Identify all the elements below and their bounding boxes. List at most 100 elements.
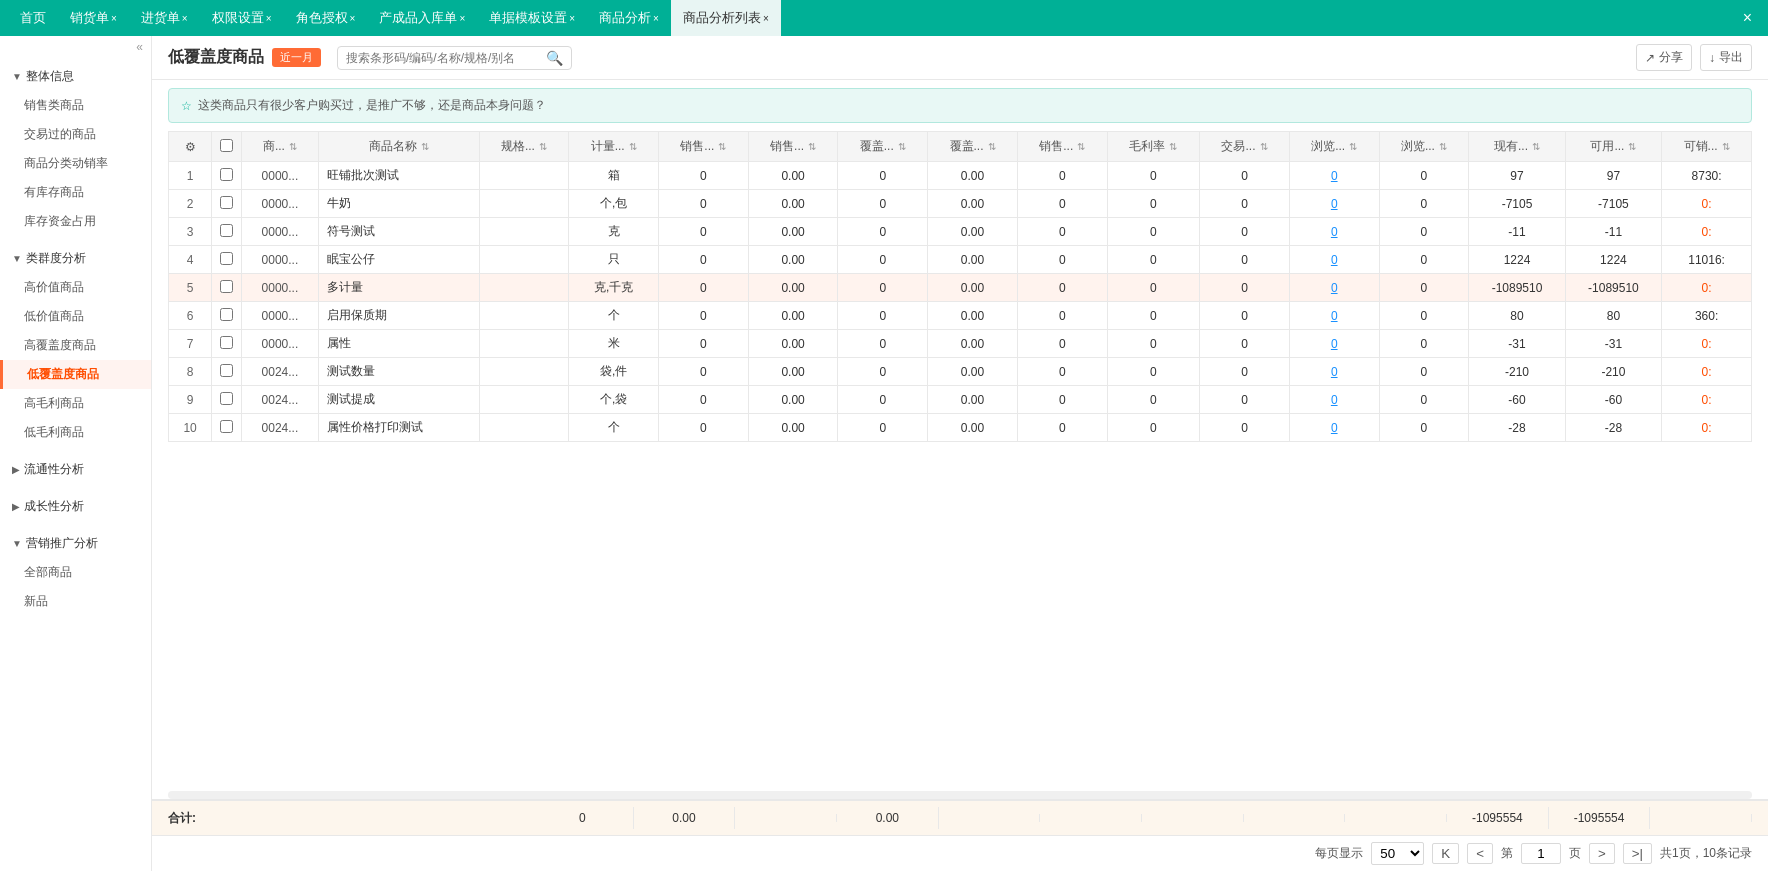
nav-template-settings-close[interactable]: × xyxy=(569,13,575,24)
cell-name[interactable]: 属性 xyxy=(318,330,479,358)
th-code[interactable]: 商...⇅ xyxy=(242,132,318,162)
cell-name[interactable]: 多计量 xyxy=(318,274,479,302)
th-current[interactable]: 现有...⇅ xyxy=(1469,132,1565,162)
nav-permissions[interactable]: 权限设置 × xyxy=(200,0,284,36)
cell-name[interactable]: 测试提成 xyxy=(318,386,479,414)
th-settings[interactable]: ⚙ xyxy=(169,132,212,162)
first-page-button[interactable]: K xyxy=(1432,843,1459,864)
select-all-checkbox[interactable] xyxy=(220,139,233,152)
cell-browse1[interactable]: 0 xyxy=(1289,302,1379,330)
next-page-button[interactable]: > xyxy=(1589,843,1615,864)
share-button[interactable]: ↗ 分享 xyxy=(1636,44,1692,71)
sort-icon-gross[interactable]: ⇅ xyxy=(1169,141,1177,152)
cell-browse1[interactable]: 0 xyxy=(1289,414,1379,442)
nav-product-analysis-list[interactable]: 商品分析列表 × xyxy=(671,0,781,36)
th-cover1[interactable]: 覆盖...⇅ xyxy=(838,132,928,162)
sidebar-header-cluster[interactable]: ▼ 类群度分析 xyxy=(0,244,151,273)
sort-icon-sellable[interactable]: ⇅ xyxy=(1722,141,1730,152)
cell-browse1[interactable]: 0 xyxy=(1289,330,1379,358)
sidebar-item-stocked-products[interactable]: 有库存商品 xyxy=(0,178,151,207)
sort-icon-spec[interactable]: ⇅ xyxy=(539,141,547,152)
nav-home[interactable]: 首页 xyxy=(8,0,58,36)
nav-roles-close[interactable]: × xyxy=(350,13,356,24)
sidebar-header-marketing[interactable]: ▼ 营销推广分析 xyxy=(0,529,151,558)
nav-close-all[interactable]: × xyxy=(1735,9,1760,27)
nav-product-analysis-close[interactable]: × xyxy=(653,13,659,24)
cell-name[interactable]: 启用保质期 xyxy=(318,302,479,330)
nav-sales[interactable]: 销货单 × xyxy=(58,0,129,36)
sidebar-item-high-margin[interactable]: 高毛利商品 xyxy=(0,389,151,418)
nav-product-analysis-list-close[interactable]: × xyxy=(763,13,769,24)
sort-icon-current[interactable]: ⇅ xyxy=(1532,141,1540,152)
search-icon[interactable]: 🔍 xyxy=(546,50,563,66)
cell-name[interactable]: 眠宝公仔 xyxy=(318,246,479,274)
th-browse2[interactable]: 浏览...⇅ xyxy=(1379,132,1469,162)
cell-checkbox[interactable] xyxy=(212,330,242,358)
sort-icon-sales3[interactable]: ⇅ xyxy=(1077,141,1085,152)
cell-checkbox[interactable] xyxy=(212,162,242,190)
sidebar-item-high-coverage[interactable]: 高覆盖度商品 xyxy=(0,331,151,360)
nav-product-analysis[interactable]: 商品分析 × xyxy=(587,0,671,36)
sidebar-item-traded-products[interactable]: 交易过的商品 xyxy=(0,120,151,149)
page-number-input[interactable] xyxy=(1521,843,1561,864)
sidebar-item-category-sales-rate[interactable]: 商品分类动销率 xyxy=(0,149,151,178)
th-sales3[interactable]: 销售...⇅ xyxy=(1017,132,1107,162)
cell-checkbox[interactable] xyxy=(212,246,242,274)
cell-checkbox[interactable] xyxy=(212,386,242,414)
th-sellable[interactable]: 可销...⇅ xyxy=(1662,132,1752,162)
prev-page-button[interactable]: < xyxy=(1467,843,1493,864)
cell-browse1[interactable]: 0 xyxy=(1289,386,1379,414)
nav-purchase[interactable]: 进货单 × xyxy=(129,0,200,36)
sidebar-header-liquidity[interactable]: ▶ 流通性分析 xyxy=(0,455,151,484)
cell-browse1[interactable]: 0 xyxy=(1289,358,1379,386)
cell-name[interactable]: 符号测试 xyxy=(318,218,479,246)
cell-browse1[interactable]: 0 xyxy=(1289,190,1379,218)
th-checkbox[interactable] xyxy=(212,132,242,162)
cell-browse1[interactable]: 0 xyxy=(1289,218,1379,246)
sidebar-item-sales-products[interactable]: 销售类商品 xyxy=(0,91,151,120)
sidebar-header-overall[interactable]: ▼ 整体信息 xyxy=(0,62,151,91)
sort-icon-sales1[interactable]: ⇅ xyxy=(718,141,726,152)
th-trade[interactable]: 交易...⇅ xyxy=(1200,132,1290,162)
th-cover2[interactable]: 覆盖...⇅ xyxy=(928,132,1018,162)
sort-icon-browse2[interactable]: ⇅ xyxy=(1439,141,1447,152)
horizontal-scrollbar[interactable] xyxy=(168,791,1752,799)
sort-icon-avail[interactable]: ⇅ xyxy=(1628,141,1636,152)
th-spec[interactable]: 规格...⇅ xyxy=(479,132,569,162)
sort-icon-cover2[interactable]: ⇅ xyxy=(988,141,996,152)
sort-icon-code[interactable]: ⇅ xyxy=(289,141,297,152)
th-avail[interactable]: 可用...⇅ xyxy=(1565,132,1661,162)
nav-sales-close[interactable]: × xyxy=(111,13,117,24)
sidebar-item-inventory-capital[interactable]: 库存资金占用 xyxy=(0,207,151,236)
sort-icon-cover1[interactable]: ⇅ xyxy=(898,141,906,152)
cell-checkbox[interactable] xyxy=(212,218,242,246)
cell-checkbox[interactable] xyxy=(212,414,242,442)
nav-purchase-close[interactable]: × xyxy=(182,13,188,24)
search-box[interactable]: 🔍 xyxy=(337,46,572,70)
sidebar-item-high-value[interactable]: 高价值商品 xyxy=(0,273,151,302)
sidebar-header-growth[interactable]: ▶ 成长性分析 xyxy=(0,492,151,521)
last-page-button[interactable]: >| xyxy=(1623,843,1652,864)
cell-name[interactable]: 属性价格打印测试 xyxy=(318,414,479,442)
cell-checkbox[interactable] xyxy=(212,190,242,218)
th-gross[interactable]: 毛利率⇅ xyxy=(1107,132,1200,162)
nav-roles[interactable]: 角色授权 × xyxy=(284,0,368,36)
th-sales1[interactable]: 销售...⇅ xyxy=(659,132,749,162)
sidebar-item-all-products[interactable]: 全部商品 xyxy=(0,558,151,587)
cell-browse1[interactable]: 0 xyxy=(1289,246,1379,274)
cell-checkbox[interactable] xyxy=(212,302,242,330)
cell-name[interactable]: 牛奶 xyxy=(318,190,479,218)
th-name[interactable]: 商品名称⇅ xyxy=(318,132,479,162)
per-page-select[interactable]: 50 100 200 xyxy=(1371,842,1424,865)
cell-browse1[interactable]: 0 xyxy=(1289,274,1379,302)
th-browse1[interactable]: 浏览...⇅ xyxy=(1289,132,1379,162)
sidebar-item-low-margin[interactable]: 低毛利商品 xyxy=(0,418,151,447)
sort-icon-unit[interactable]: ⇅ xyxy=(629,141,637,152)
sidebar-item-new-products[interactable]: 新品 xyxy=(0,587,151,616)
nav-product-warehousing-close[interactable]: × xyxy=(459,13,465,24)
nav-product-warehousing[interactable]: 产成品入库单 × xyxy=(367,0,477,36)
sort-icon-sales2[interactable]: ⇅ xyxy=(808,141,816,152)
sidebar-item-low-value[interactable]: 低价值商品 xyxy=(0,302,151,331)
search-input[interactable] xyxy=(346,51,546,65)
sort-icon-trade[interactable]: ⇅ xyxy=(1260,141,1268,152)
